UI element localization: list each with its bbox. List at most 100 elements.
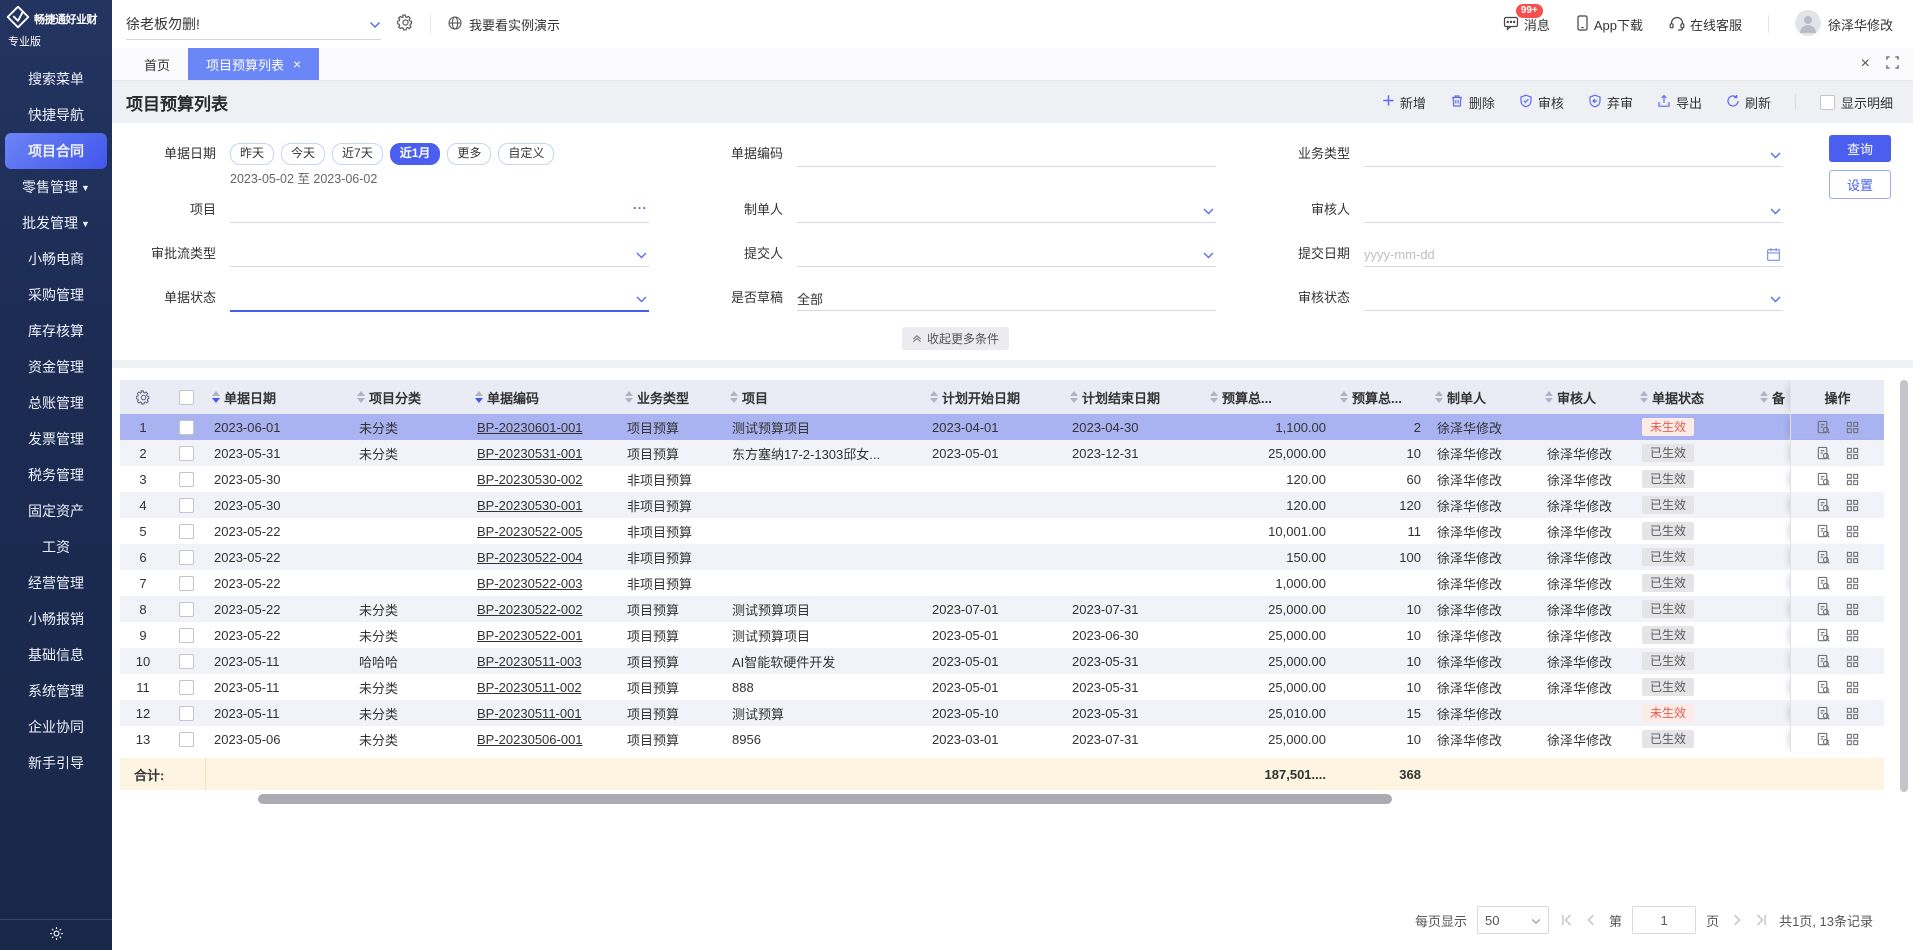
sidebar-item-15[interactable]: 小畅报销 [0, 601, 112, 637]
collapse-conditions-button[interactable]: 收起更多条件 [901, 327, 1009, 350]
demo-link[interactable]: 我要看实例演示 [447, 15, 560, 34]
view-detail-icon[interactable] [1816, 706, 1831, 721]
table-row[interactable]: 11 2023-05-11 未分类 BP-20230511-002 项目预算 888 202… [120, 674, 1884, 700]
sort-icon[interactable] [1545, 391, 1553, 403]
sort-icon[interactable] [1070, 391, 1078, 403]
settings-gear-button[interactable] [396, 14, 414, 34]
filter-picker-control[interactable]: ... [230, 197, 649, 223]
row-checkbox[interactable] [178, 601, 194, 617]
table-row[interactable]: 7 2023-05-22 BP-20230522-003 非项目预算 1,000.00 徐… [120, 570, 1884, 596]
view-detail-icon[interactable] [1816, 498, 1831, 513]
column-header-13[interactable]: 操作 [1790, 380, 1884, 414]
filter-select-control[interactable] [1364, 143, 1783, 167]
app-download-button[interactable]: App下载 [1576, 14, 1643, 34]
column-header-8[interactable]: 预算总... [1334, 380, 1429, 414]
sidebar-item-17[interactable]: 系统管理 [0, 673, 112, 709]
sort-icon[interactable] [357, 391, 365, 403]
view-detail-icon[interactable] [1816, 680, 1831, 695]
sidebar-item-9[interactable]: 总账管理 [0, 385, 112, 421]
page-input[interactable]: 1 [1632, 906, 1697, 934]
row-checkbox[interactable] [178, 523, 194, 539]
document-code-link[interactable]: BP-20230530-001 [477, 498, 583, 513]
filter-select-control[interactable] [797, 199, 1216, 223]
view-detail-icon[interactable] [1816, 524, 1831, 539]
sidebar-item-4[interactable]: 批发管理 ▼ [0, 205, 112, 241]
document-code-link[interactable]: BP-20230522-005 [477, 524, 583, 539]
row-checkbox[interactable] [178, 679, 194, 695]
toolbar-action-2[interactable]: 审核 [1519, 93, 1564, 112]
sidebar-item-1[interactable]: 快捷导航 [0, 97, 112, 133]
sidebar-item-18[interactable]: 企业协同 [0, 709, 112, 745]
sort-icon[interactable] [1760, 391, 1768, 403]
related-docs-icon[interactable] [1846, 525, 1859, 538]
date-pill[interactable]: 近7天 [332, 143, 383, 165]
sidebar-item-11[interactable]: 税务管理 [0, 457, 112, 493]
sidebar-settings-button[interactable] [0, 919, 112, 950]
view-detail-icon[interactable] [1816, 576, 1831, 591]
view-detail-icon[interactable] [1816, 654, 1831, 669]
user-menu[interactable]: 徐泽华修改 [1794, 9, 1893, 39]
horizontal-scrollbar[interactable] [120, 794, 1884, 804]
related-docs-icon[interactable] [1846, 447, 1859, 460]
column-header-10[interactable]: 审核人 [1539, 380, 1634, 414]
company-selector[interactable]: 徐老板勿删! [126, 9, 381, 40]
filter-select-control[interactable] [1364, 199, 1783, 223]
sidebar-item-12[interactable]: 固定资产 [0, 493, 112, 529]
document-code-link[interactable]: BP-20230522-002 [477, 602, 583, 617]
sort-icon[interactable] [1340, 391, 1348, 403]
show-detail-checkbox[interactable] [1819, 94, 1835, 110]
table-row[interactable]: 13 2023-05-06 未分类 BP-20230506-001 项目预算 8956 20… [120, 726, 1884, 752]
view-detail-icon[interactable] [1816, 602, 1831, 617]
column-header-0[interactable]: 单据日期 [206, 380, 351, 414]
sort-icon[interactable] [730, 391, 738, 403]
related-docs-icon[interactable] [1846, 421, 1859, 434]
table-row[interactable]: 1 2023-06-01 未分类 BP-20230601-001 项目预算 测试预算项目 2… [120, 414, 1884, 440]
prev-page-button[interactable] [1584, 913, 1599, 927]
row-checkbox[interactable] [178, 653, 194, 669]
fullscreen-icon[interactable] [1886, 56, 1899, 72]
sidebar-item-13[interactable]: 工资 [0, 529, 112, 565]
row-checkbox[interactable] [178, 497, 194, 513]
column-header-4[interactable]: 项目 [724, 380, 924, 414]
related-docs-icon[interactable] [1846, 629, 1859, 642]
sidebar-item-5[interactable]: 小畅电商 [0, 241, 112, 277]
sort-icon[interactable] [212, 391, 220, 403]
sort-icon[interactable] [1640, 391, 1648, 403]
document-code-link[interactable]: BP-20230511-001 [477, 706, 582, 721]
sidebar-item-10[interactable]: 发票管理 [0, 421, 112, 457]
row-checkbox[interactable] [178, 549, 194, 565]
sidebar-item-2[interactable]: 项目合同 [5, 133, 107, 169]
toolbar-action-0[interactable]: 新增 [1382, 93, 1426, 112]
messages-button[interactable]: 99+ 消息 [1503, 3, 1550, 34]
view-detail-icon[interactable] [1816, 420, 1831, 435]
related-docs-icon[interactable] [1846, 603, 1859, 616]
row-checkbox[interactable] [178, 419, 194, 435]
scrollbar-thumb[interactable] [258, 794, 1392, 804]
date-pill[interactable]: 昨天 [230, 143, 275, 165]
document-code-link[interactable]: BP-20230511-003 [477, 654, 582, 669]
sidebar-item-3[interactable]: 零售管理 ▼ [0, 169, 112, 205]
sidebar-item-6[interactable]: 采购管理 [0, 277, 112, 313]
column-header-6[interactable]: 计划结束日期 [1064, 380, 1204, 414]
date-pill[interactable]: 今天 [281, 143, 326, 165]
view-detail-icon[interactable] [1816, 472, 1831, 487]
related-docs-icon[interactable] [1846, 707, 1859, 720]
column-header-1[interactable]: 项目分类 [351, 380, 469, 414]
related-docs-icon[interactable] [1846, 655, 1859, 668]
sidebar-item-16[interactable]: 基础信息 [0, 637, 112, 673]
view-detail-icon[interactable] [1816, 550, 1831, 565]
sidebar-item-8[interactable]: 资金管理 [0, 349, 112, 385]
page-size-select[interactable]: 50 [1477, 906, 1550, 934]
tab-0[interactable]: 首页 [126, 48, 188, 80]
sort-icon[interactable] [1210, 391, 1218, 403]
column-header-9[interactable]: 制单人 [1429, 380, 1539, 414]
document-code-link[interactable]: BP-20230506-001 [477, 732, 583, 747]
filter-select-control[interactable] [230, 287, 649, 312]
column-header-5[interactable]: 计划开始日期 [924, 380, 1064, 414]
ellipsis-icon[interactable]: ... [633, 197, 647, 212]
document-code-link[interactable]: BP-20230531-001 [477, 446, 583, 461]
column-header-12[interactable]: 备 [1754, 380, 1790, 414]
row-checkbox[interactable] [178, 471, 194, 487]
column-header-7[interactable]: 预算总... [1204, 380, 1334, 414]
first-page-button[interactable] [1559, 913, 1574, 927]
